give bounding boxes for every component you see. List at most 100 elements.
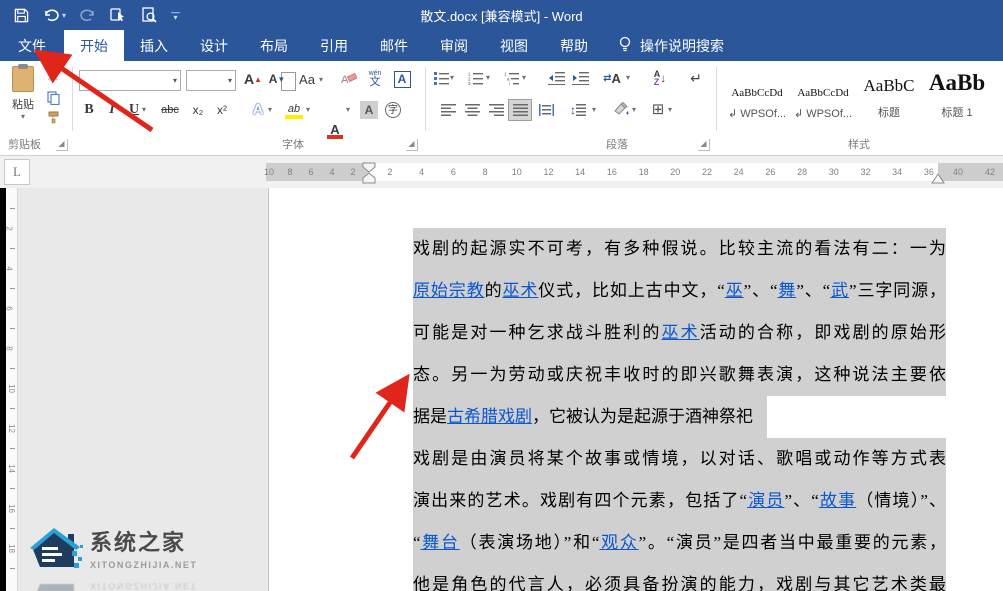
- paste-dropdown-icon[interactable]: ▾: [21, 112, 25, 121]
- first-line-indent-marker[interactable]: [362, 162, 376, 184]
- increase-indent-button[interactable]: [570, 69, 590, 87]
- hyperlink[interactable]: 观众: [599, 533, 638, 552]
- shrink-font-button[interactable]: A ▼: [266, 69, 288, 89]
- shading-button[interactable]: [610, 99, 632, 119]
- paragraph-dialog-launcher[interactable]: ◢: [698, 139, 710, 151]
- tell-me-search[interactable]: 操作说明搜索: [604, 30, 724, 61]
- highlight-color-button[interactable]: ab: [284, 99, 304, 119]
- font-color-dropdown-icon[interactable]: ▾: [346, 105, 350, 114]
- numbering-dropdown-icon[interactable]: ▾: [486, 73, 490, 82]
- borders-button[interactable]: ⊞: [648, 99, 668, 119]
- grow-font-button[interactable]: A ▲: [242, 69, 264, 89]
- tab-5[interactable]: 引用: [304, 30, 364, 61]
- borders-dropdown-icon[interactable]: ▾: [668, 105, 672, 114]
- customize-qat-button[interactable]: — ▾: [171, 8, 180, 22]
- document-line-6[interactable]: 戏剧是由演员将某个故事或情境，以对话、歌唱或动作等方式表: [413, 438, 946, 480]
- touch-mouse-mode-button[interactable]: [110, 7, 127, 23]
- document-line-8[interactable]: “舞台（表演场地）”和“观众”。“演员”是四者当中最重要的元素，: [413, 522, 946, 564]
- paste-button[interactable]: 粘贴 ▾: [5, 64, 296, 136]
- font-name-combobox[interactable]: ▾: [79, 70, 181, 91]
- clear-formatting-button[interactable]: A: [338, 69, 360, 89]
- style-card-0[interactable]: AaBbCcDd ↲ WPSOf...: [726, 68, 788, 126]
- undo-dropdown-icon[interactable]: ▾: [62, 11, 66, 20]
- distribute-button[interactable]: [536, 101, 556, 119]
- text-effects-dropdown-icon[interactable]: ▾: [268, 105, 272, 114]
- asian-layout-dropdown-icon[interactable]: ▾: [626, 73, 630, 82]
- multilevel-dropdown-icon[interactable]: ▾: [522, 73, 526, 82]
- superscript-button[interactable]: x²: [212, 101, 232, 119]
- sort-button[interactable]: AZ ↓: [648, 67, 672, 89]
- style-card-1[interactable]: AaBbCcDd ↲ WPSOf...: [792, 68, 854, 126]
- document-line-3[interactable]: 可能是对一种乞求战斗胜利的巫术活动的合称，即戏剧的原始形: [413, 312, 946, 354]
- font-size-combobox[interactable]: ▾: [186, 70, 236, 91]
- shading-dropdown-icon[interactable]: ▾: [632, 105, 636, 114]
- clipboard-dialog-launcher[interactable]: ◢: [56, 139, 68, 151]
- tab-4[interactable]: 布局: [244, 30, 304, 61]
- decrease-indent-button[interactable]: [546, 69, 566, 87]
- document-line-5[interactable]: 据是古希腊戏剧，它被认为是起源于酒神祭祀: [413, 396, 946, 438]
- vertical-ruler: 2 4 6 8 10 12 14 16 18: [5, 188, 18, 591]
- hyperlink[interactable]: 武: [830, 281, 849, 300]
- copy-button[interactable]: [44, 89, 62, 106]
- style-card-2[interactable]: AaBbC 标题: [858, 68, 920, 126]
- tab-6[interactable]: 邮件: [364, 30, 424, 61]
- multilevel-list-button[interactable]: 1ai: [502, 69, 520, 87]
- hyperlink[interactable]: 巫: [725, 281, 744, 300]
- hyperlink[interactable]: 舞: [778, 281, 797, 300]
- bold-button[interactable]: B: [80, 101, 98, 119]
- document-line-4[interactable]: 态。另一为劳动或庆祝丰收时的即兴歌舞表演，这种说法主要依: [413, 354, 946, 396]
- change-case-button[interactable]: Aa ▾: [294, 69, 328, 89]
- hyperlink[interactable]: 古希腊戏剧: [447, 407, 532, 426]
- subscript-button[interactable]: x₂: [188, 101, 208, 119]
- font-color-button[interactable]: A: [326, 119, 344, 139]
- align-left-button[interactable]: [438, 101, 458, 119]
- tab-3[interactable]: 设计: [184, 30, 244, 61]
- tab-stop-selector[interactable]: L: [4, 159, 30, 185]
- phonetic-guide-button[interactable]: wén 文: [364, 67, 386, 91]
- numbering-button[interactable]: 123: [466, 69, 484, 87]
- bullets-button[interactable]: [432, 69, 450, 87]
- format-painter-button[interactable]: [44, 109, 62, 126]
- enclose-characters-button[interactable]: 字: [384, 101, 402, 119]
- font-dialog-launcher[interactable]: ◢: [406, 139, 418, 151]
- line-spacing-button[interactable]: ↕: [566, 101, 590, 119]
- underline-button[interactable]: U: [126, 101, 142, 119]
- bullets-dropdown-icon[interactable]: ▾: [450, 73, 454, 82]
- underline-dropdown-icon[interactable]: ▾: [142, 105, 146, 114]
- save-icon[interactable]: [14, 8, 29, 23]
- italic-button[interactable]: I: [104, 101, 120, 119]
- print-preview-button[interactable]: [141, 7, 157, 23]
- document-page[interactable]: 戏剧的起源实不可考，有多种假说。比较主流的看法有二：一为 原始宗教的巫术仪式，比如…: [268, 188, 1003, 591]
- document-line-2[interactable]: 原始宗教的巫术仪式，比如上古中文，“巫”、“舞”、“武”三字同源，: [413, 270, 946, 312]
- undo-button[interactable]: ▾: [43, 8, 66, 22]
- hyperlink[interactable]: 巫术: [503, 281, 539, 300]
- tab-7[interactable]: 审阅: [424, 30, 484, 61]
- hyperlink[interactable]: 巫术: [661, 323, 699, 342]
- document-line-9[interactable]: 他是角色的代言人，必须具备扮演的能力，戏剧与其它艺术类最: [413, 564, 946, 591]
- asian-layout-button[interactable]: ⇄ A: [598, 69, 626, 87]
- align-right-button[interactable]: [486, 101, 506, 119]
- right-indent-marker[interactable]: [931, 172, 945, 184]
- line-spacing-dropdown-icon[interactable]: ▾: [592, 105, 596, 114]
- tab-1[interactable]: 开始: [64, 30, 124, 61]
- character-border-button[interactable]: A: [392, 69, 412, 89]
- align-center-button[interactable]: [462, 101, 482, 119]
- strikethrough-button[interactable]: abc: [158, 101, 182, 119]
- hyperlink[interactable]: 演员: [747, 491, 784, 510]
- justify-button-active[interactable]: [508, 99, 532, 121]
- style-card-3[interactable]: AaBb 标题 1: [926, 68, 988, 126]
- text-effects-button[interactable]: A: [248, 99, 268, 119]
- show-hide-marks-button[interactable]: ↵: [686, 69, 706, 87]
- cut-button[interactable]: ✂: [44, 69, 62, 86]
- hyperlink[interactable]: 舞台: [421, 533, 460, 552]
- character-shading-button[interactable]: A: [360, 101, 378, 119]
- document-line-1[interactable]: 戏剧的起源实不可考，有多种假说。比较主流的看法有二：一为: [413, 228, 946, 270]
- document-line-7[interactable]: 演出来的艺术。戏剧有四个元素，包括了“演员”、“故事（情境）”、: [413, 480, 946, 522]
- tab-2[interactable]: 插入: [124, 30, 184, 61]
- hyperlink[interactable]: 故事: [819, 491, 856, 510]
- hyperlink[interactable]: 原始宗教: [413, 281, 485, 300]
- tab-9[interactable]: 帮助: [544, 30, 604, 61]
- tab-8[interactable]: 视图: [484, 30, 544, 61]
- tab-file[interactable]: 文件: [0, 30, 64, 61]
- highlight-dropdown-icon[interactable]: ▾: [306, 105, 310, 114]
